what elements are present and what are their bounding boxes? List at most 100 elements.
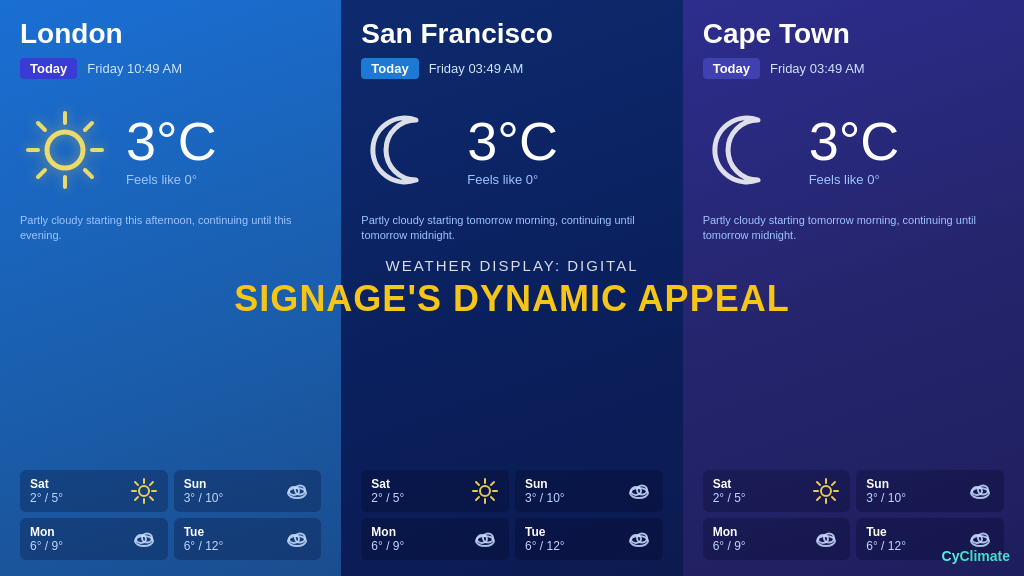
logo-suffix: Climate — [959, 548, 1010, 564]
city-name: London — [20, 18, 321, 50]
city-panel-cape-town: Cape Town Today Friday 03:49 AM 3°C Feel… — [683, 0, 1024, 576]
forecast-day: Sun — [525, 477, 565, 491]
temp-block: 3°C Feels like 0° — [467, 114, 558, 187]
forecast-temps: 2° / 5° — [713, 491, 746, 505]
forecast-temps: 6° / 12° — [866, 539, 906, 553]
svg-point-9 — [139, 486, 149, 496]
forecast-item: Mon 6° / 9° — [361, 518, 509, 560]
temp-block: 3°C Feels like 0° — [126, 114, 217, 187]
forecast-day: Mon — [713, 525, 746, 539]
svg-line-16 — [150, 482, 153, 485]
forecast-day: Mon — [30, 525, 63, 539]
svg-line-34 — [491, 482, 494, 485]
forecast-temps: 2° / 5° — [30, 491, 63, 505]
forecast-day: Sat — [371, 477, 404, 491]
forecast-day: Tue — [184, 525, 224, 539]
forecast-day: Tue — [525, 525, 565, 539]
city-time-row: Today Friday 03:49 AM — [703, 58, 1004, 79]
svg-line-51 — [832, 497, 835, 500]
today-badge: Today — [20, 58, 77, 79]
svg-line-6 — [85, 170, 92, 177]
forecast-icon — [471, 525, 499, 553]
forecast-temps: 6° / 12° — [184, 539, 224, 553]
description: Partly cloudy starting tomorrow morning,… — [361, 213, 662, 249]
forecast-item: Sat 2° / 5° — [20, 470, 168, 512]
svg-point-0 — [47, 132, 83, 168]
svg-line-7 — [85, 123, 92, 130]
weather-main: 3°C Feels like 0° — [703, 95, 1004, 205]
feels-like: Feels like 0° — [126, 172, 217, 187]
forecast-icon — [812, 525, 840, 553]
today-badge: Today — [361, 58, 418, 79]
svg-line-33 — [491, 497, 494, 500]
temperature: 3°C — [467, 114, 558, 168]
forecast-icon — [283, 477, 311, 505]
forecast-icon — [625, 477, 653, 505]
weather-icon — [361, 105, 451, 195]
forecast-grid: Sat 2° / 5° Sun 3° / 10° Mon 6° / 9° — [361, 470, 662, 560]
description: Partly cloudy starting tomorrow morning,… — [703, 213, 1004, 249]
forecast-item: Sun 3° / 10° — [515, 470, 663, 512]
forecast-day: Tue — [866, 525, 906, 539]
forecast-item: Tue 6° / 12° — [515, 518, 663, 560]
forecast-item: Tue 6° / 12° — [174, 518, 322, 560]
svg-line-50 — [817, 482, 820, 485]
svg-line-52 — [832, 482, 835, 485]
weather-main: 3°C Feels like 0° — [361, 95, 662, 205]
forecast-grid: Sat 2° / 5° Sun 3° / 10° Mon 6° / 9° — [703, 470, 1004, 560]
forecast-icon — [130, 477, 158, 505]
svg-line-53 — [817, 497, 820, 500]
forecast-item: Mon 6° / 9° — [703, 518, 851, 560]
forecast-day: Sun — [184, 477, 224, 491]
weather-grid: London Today Friday 10:49 AM 3°C Feels l… — [0, 0, 1024, 576]
city-name: Cape Town — [703, 18, 1004, 50]
forecast-day: Sat — [713, 477, 746, 491]
forecast-item: Sun 3° / 10° — [856, 470, 1004, 512]
feels-like: Feels like 0° — [467, 172, 558, 187]
city-time-row: Today Friday 03:49 AM — [361, 58, 662, 79]
forecast-temps: 6° / 9° — [30, 539, 63, 553]
svg-line-8 — [38, 170, 45, 177]
today-badge: Today — [703, 58, 760, 79]
city-panel-london: London Today Friday 10:49 AM 3°C Feels l… — [0, 0, 341, 576]
city-datetime: Friday 03:49 AM — [770, 61, 865, 76]
forecast-temps: 2° / 5° — [371, 491, 404, 505]
svg-point-27 — [480, 486, 490, 496]
temperature: 3°C — [126, 114, 217, 168]
forecast-temps: 3° / 10° — [184, 491, 224, 505]
forecast-item: Sun 3° / 10° — [174, 470, 322, 512]
forecast-icon — [283, 525, 311, 553]
weather-main: 3°C Feels like 0° — [20, 95, 321, 205]
forecast-icon — [625, 525, 653, 553]
logo-prefix: Cy — [942, 548, 960, 564]
city-time-row: Today Friday 10:49 AM — [20, 58, 321, 79]
city-panel-san-francisco: San Francisco Today Friday 03:49 AM 3°C … — [341, 0, 682, 576]
city-name: San Francisco — [361, 18, 662, 50]
forecast-grid: Sat 2° / 5° Sun 3° / 10° Mon 6° / 9° — [20, 470, 321, 560]
forecast-day: Sat — [30, 477, 63, 491]
svg-line-14 — [135, 482, 138, 485]
feels-like: Feels like 0° — [809, 172, 900, 187]
logo: CyClimate — [942, 548, 1010, 564]
svg-line-35 — [476, 497, 479, 500]
svg-line-5 — [38, 123, 45, 130]
forecast-item: Sat 2° / 5° — [361, 470, 509, 512]
forecast-icon — [471, 477, 499, 505]
svg-line-15 — [150, 497, 153, 500]
forecast-temps: 3° / 10° — [525, 491, 565, 505]
forecast-icon — [130, 525, 158, 553]
description: Partly cloudy starting this afternoon, c… — [20, 213, 321, 249]
forecast-day: Sun — [866, 477, 906, 491]
svg-point-45 — [821, 486, 831, 496]
svg-line-32 — [476, 482, 479, 485]
weather-icon — [703, 105, 793, 195]
weather-icon — [20, 105, 110, 195]
temperature: 3°C — [809, 114, 900, 168]
svg-line-17 — [135, 497, 138, 500]
forecast-temps: 6° / 9° — [371, 539, 404, 553]
forecast-icon — [812, 477, 840, 505]
forecast-temps: 3° / 10° — [866, 491, 906, 505]
temp-block: 3°C Feels like 0° — [809, 114, 900, 187]
forecast-item: Sat 2° / 5° — [703, 470, 851, 512]
forecast-day: Mon — [371, 525, 404, 539]
